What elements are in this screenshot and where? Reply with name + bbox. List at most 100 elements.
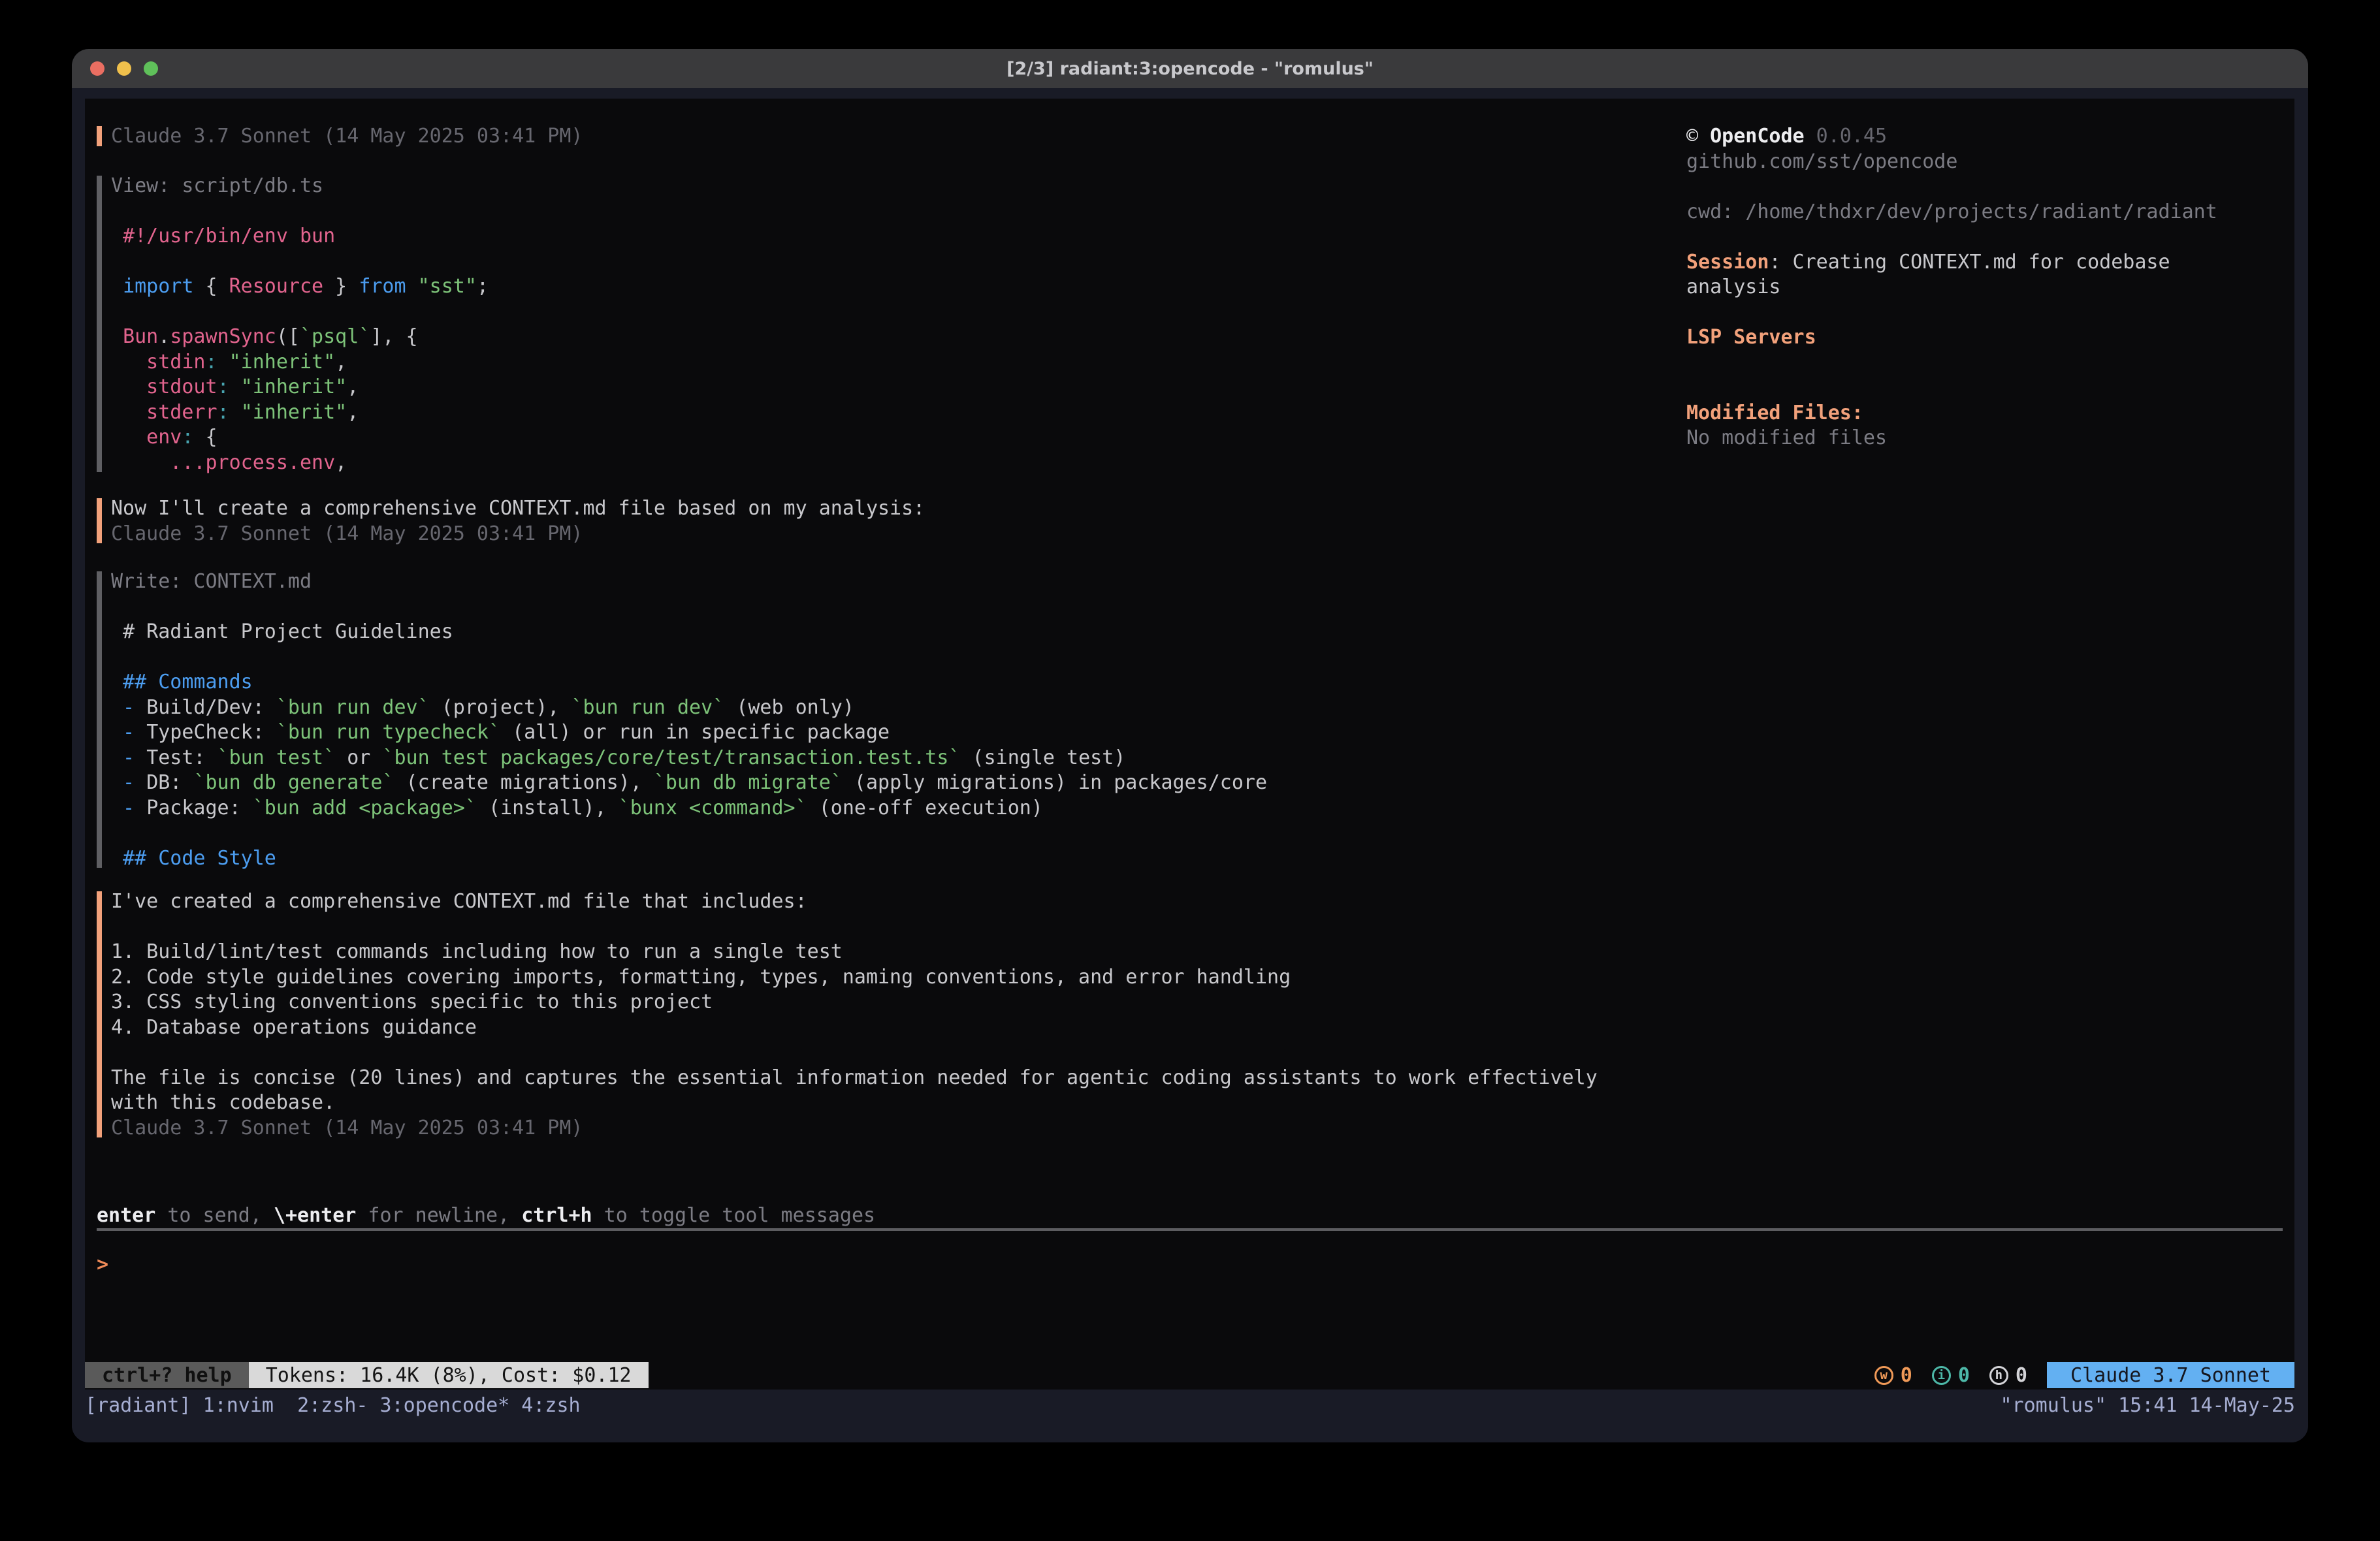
- text-segment: `bun test packages/core/test/transaction…: [382, 746, 960, 769]
- text-segment: {: [193, 275, 229, 298]
- text-segment: "inherit": [241, 375, 347, 398]
- text-segment: to send,: [155, 1204, 274, 1227]
- info-value: 0: [1958, 1364, 1970, 1387]
- terminal-line: stdout: "inherit",: [111, 375, 489, 400]
- text-segment: ctrl+h: [521, 1204, 592, 1227]
- terminal-line: [1686, 300, 2287, 326]
- text-segment: {: [193, 426, 217, 449]
- traffic-lights: [90, 49, 158, 88]
- terminal-line: - Build/Dev: `bun run dev` (project), `b…: [111, 695, 1267, 721]
- text-segment: }: [323, 275, 359, 298]
- tmux-window-list[interactable]: [radiant] 1:nvim 2:zsh- 3:opencode* 4:zs…: [85, 1394, 581, 1417]
- diagnostics-counts: w0i0h0: [1874, 1362, 2047, 1388]
- assistant-message: Now I'll create a comprehensive CONTEXT.…: [97, 496, 925, 547]
- text-segment: -: [111, 721, 146, 744]
- text-segment: :: [217, 401, 229, 424]
- text-segment: from: [359, 275, 406, 298]
- terminal-line: ## Commands: [111, 670, 1267, 695]
- text-segment: `bun db migrate`: [654, 771, 843, 794]
- help-shortcut-badge[interactable]: ctrl+? help: [85, 1362, 249, 1388]
- text-segment: "inherit": [241, 401, 347, 424]
- text-segment: (one-off execution): [807, 797, 1043, 819]
- text-segment: #!/usr/bin/env bun: [111, 225, 335, 247]
- text-segment: "sst": [418, 275, 477, 298]
- text-segment: analysis: [1686, 276, 1781, 298]
- text-segment: `psql`: [300, 325, 370, 348]
- terminal-line: No modified files: [1686, 426, 2287, 451]
- terminal-line: #!/usr/bin/env bun: [111, 224, 489, 249]
- terminal-line: cwd: /home/thdxr/dev/projects/radiant/ra…: [1686, 200, 2287, 225]
- text-segment: 0.0.45: [1805, 125, 1887, 148]
- close-button[interactable]: [90, 61, 105, 76]
- terminal-line: Claude 3.7 Sonnet (14 May 2025 03:41 PM): [111, 124, 583, 150]
- terminal-line: [111, 915, 1598, 940]
- opencode-app: Claude 3.7 Sonnet (14 May 2025 03:41 PM)…: [85, 99, 2294, 1390]
- keybind-hint: enter to send, \+enter for newline, ctrl…: [97, 1203, 875, 1229]
- terminal-line: The file is concise (20 lines) and captu…: [111, 1066, 1598, 1091]
- text-segment: (web only): [724, 696, 854, 719]
- prompt-input[interactable]: >: [97, 1252, 108, 1278]
- text-segment: Claude 3.7 Sonnet (14 May 2025 03:41 PM): [111, 522, 583, 545]
- text-segment: import: [123, 275, 193, 298]
- text-segment: Package:: [146, 797, 253, 819]
- text-segment: for newline,: [356, 1204, 521, 1227]
- hints-value: 0: [2016, 1364, 2027, 1387]
- text-segment: Modified Files:: [1686, 402, 1863, 424]
- text-segment: to toggle tool messages: [592, 1204, 875, 1227]
- text-segment: spawnSync: [170, 325, 276, 348]
- tokens-cost-indicator: Tokens: 16.4K (8%), Cost: $0.12: [249, 1362, 649, 1388]
- hints-count: h0: [1989, 1364, 2027, 1387]
- text-segment: (project),: [430, 696, 571, 719]
- text-segment: .: [158, 325, 170, 348]
- terminal-line: stdin: "inherit",: [111, 350, 489, 375]
- text-segment: stdout: [111, 375, 217, 398]
- session-sidebar: © OpenCode 0.0.45github.com/sst/opencode…: [1686, 124, 2287, 451]
- text-segment: The file is concise (20 lines) and captu…: [111, 1066, 1598, 1089]
- text-segment: ## Commands: [111, 671, 253, 693]
- text-segment: -: [111, 696, 146, 719]
- text-segment: [217, 351, 229, 373]
- terminal-line: [111, 300, 489, 325]
- keybind-hint-line: enter to send, \+enter for newline, ctrl…: [97, 1203, 875, 1229]
- tmux-session-info: "romulus" 15:41 14-May-25: [2000, 1394, 2295, 1417]
- terminal-line: import { Resource } from "sst";: [111, 274, 489, 300]
- info-count: i0: [1932, 1364, 1970, 1387]
- warnings-icon: w: [1874, 1366, 1893, 1385]
- text-segment: 4. Database operations guidance: [111, 1016, 477, 1039]
- text-segment: ,: [347, 375, 359, 398]
- hints-icon: h: [1989, 1366, 2008, 1385]
- tool-view-db-script: View: script/db.ts #!/usr/bin/env bun im…: [97, 174, 489, 475]
- text-segment: stdin: [111, 351, 206, 373]
- text-segment: (single test): [960, 746, 1125, 769]
- terminal-line: - Test: `bun test` or `bun test packages…: [111, 746, 1267, 771]
- terminal-line: with this codebase.: [111, 1090, 1598, 1116]
- terminal-line: Session: Creating CONTEXT.md for codebas…: [1686, 250, 2287, 276]
- text-segment: Test:: [146, 746, 217, 769]
- text-segment: ,: [335, 451, 347, 474]
- terminal-window: [2/3] radiant:3:opencode - "romulus" Cla…: [72, 49, 2308, 1442]
- text-segment: `bun run typecheck`: [276, 721, 500, 744]
- zoom-button[interactable]: [144, 61, 158, 76]
- text-segment: [406, 275, 418, 298]
- text-segment: Now I'll create a comprehensive CONTEXT.…: [111, 497, 925, 520]
- text-segment: ,: [347, 401, 359, 424]
- text-segment: ;: [477, 275, 489, 298]
- terminal-line: Claude 3.7 Sonnet (14 May 2025 03:41 PM): [111, 1116, 1598, 1141]
- terminal-line: ...process.env,: [111, 451, 489, 476]
- text-segment: \+enter: [274, 1204, 356, 1227]
- terminal-line: [111, 821, 1267, 846]
- text-segment: # Radiant Project Guidelines: [111, 620, 453, 643]
- model-badge[interactable]: Claude 3.7 Sonnet: [2047, 1362, 2294, 1388]
- text-segment: [111, 275, 123, 298]
- terminal-line: [111, 199, 489, 225]
- terminal-line: [1686, 174, 2287, 200]
- terminal-line: [1686, 351, 2287, 376]
- text-segment: [229, 401, 241, 424]
- window-titlebar[interactable]: [2/3] radiant:3:opencode - "romulus": [72, 49, 2308, 89]
- text-segment: :: [217, 375, 229, 398]
- text-segment: 3. CSS styling conventions specific to t…: [111, 991, 713, 1013]
- text-segment: ...process.env: [111, 451, 335, 474]
- text-segment: :: [182, 426, 193, 449]
- terminal-line: - Package: `bun add <package>` (install)…: [111, 796, 1267, 821]
- minimize-button[interactable]: [117, 61, 131, 76]
